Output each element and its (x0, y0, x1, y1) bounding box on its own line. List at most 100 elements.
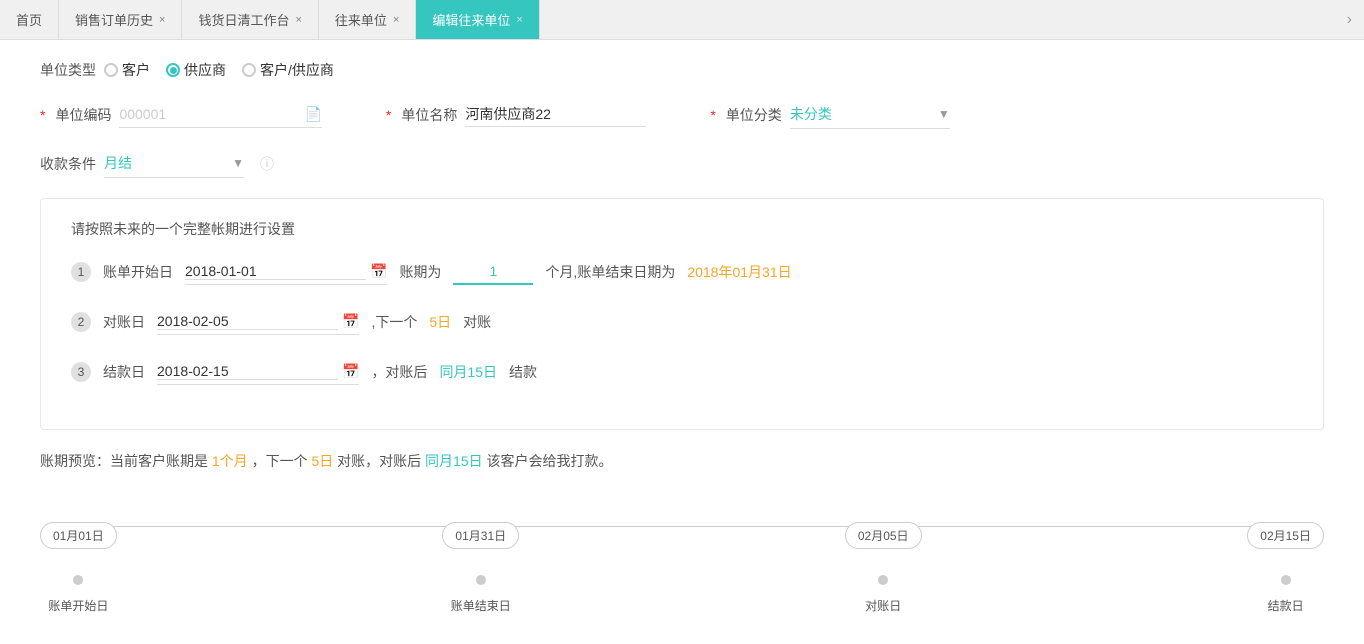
timeline-node-4: 02月15日 结款日 (1247, 522, 1324, 614)
timeline: 01月01日 账单开始日 01月31日 账单结束日 02月05日 对账日 02月… (40, 502, 1324, 624)
unit-code-input-wrapper: 📄 (119, 102, 321, 128)
payment-terms-label: 收款条件 (40, 154, 96, 174)
unit-category-select[interactable]: 未分类 ▼ (790, 100, 950, 129)
reconcile-date-input: 📅 (157, 309, 359, 335)
tab-edit-partner[interactable]: 编辑往来单位 × (416, 0, 539, 39)
preview-suffix: 该客户会给我打款。 (487, 453, 613, 469)
tabs-expander[interactable]: › (1335, 0, 1364, 39)
start-date-field[interactable] (185, 263, 366, 280)
start-date-calendar[interactable]: 📅 (370, 263, 387, 280)
timeline-label-4: 结款日 (1268, 597, 1304, 614)
tab-edit-partner-label: 编辑往来单位 (432, 10, 510, 29)
unit-name-star: * (386, 107, 391, 123)
tab-partner-label: 往来单位 (335, 10, 387, 29)
reconcile-pre: ,下一个 (371, 312, 417, 332)
payment-pre: ，对账后 (371, 362, 427, 382)
setting-box: 请按照未来的一个完整帐期进行设置 1 账单开始日 📅 账期为 个月,账单结束日期… (40, 198, 1324, 430)
tab-edit-partner-close[interactable]: × (516, 14, 522, 26)
start-date-input: 📅 (185, 259, 387, 285)
unit-code-star: * (40, 107, 45, 123)
timeline-label-2: 账单结束日 (451, 597, 511, 614)
tab-sales-history[interactable]: 销售订单历史 × (59, 0, 182, 39)
preview-same15: 同月15日 (425, 453, 483, 469)
payment-day: 同月15日 (439, 362, 497, 382)
setting-row-1: 1 账单开始日 📅 账期为 个月,账单结束日期为 2018年01月31日 (71, 259, 1293, 285)
unit-code-icon[interactable]: 📄 (304, 106, 321, 123)
timeline-dot-3 (878, 575, 888, 585)
timeline-dot-4 (1281, 575, 1291, 585)
tab-cash-desk-close[interactable]: × (295, 14, 301, 26)
timeline-label-3: 对账日 (865, 597, 901, 614)
radio-both-circle (242, 63, 256, 77)
unit-name-field: * 单位名称 (386, 102, 646, 127)
period-label: 账期为 (399, 262, 441, 282)
tab-sales-history-close[interactable]: × (159, 14, 165, 26)
row-num-1: 1 (71, 262, 91, 282)
unit-code-label: 单位编码 (55, 105, 111, 125)
unit-info-row: * 单位编码 📄 * 单位名称 * 单位分类 未分类 ▼ (40, 100, 1324, 129)
unit-category-star: * (710, 107, 715, 123)
payment-date-calendar[interactable]: 📅 (342, 363, 359, 380)
preview-prefix: 账期预览：当前客户账期是 (40, 453, 208, 469)
timeline-node-1: 01月01日 账单开始日 (40, 522, 117, 614)
tab-partner-close[interactable]: × (393, 14, 399, 26)
row-num-2: 2 (71, 312, 91, 332)
unit-category-value: 未分类 (790, 104, 934, 124)
timeline-pill-3: 02月05日 (845, 522, 922, 549)
radio-customer[interactable]: 客户 (104, 60, 150, 80)
payment-date-field[interactable] (157, 363, 338, 380)
payment-terms-select[interactable]: 月结 ▼ (104, 149, 244, 178)
radio-group: 客户 供应商 客户/供应商 (104, 60, 334, 80)
tabs-bar: 首页 销售订单历史 × 钱货日清工作台 × 往来单位 × 编辑往来单位 × › (0, 0, 1364, 40)
radio-supplier-circle (166, 63, 180, 77)
setting-box-title: 请按照未来的一个完整帐期进行设置 (71, 219, 1293, 239)
unit-type-label: 单位类型 (40, 60, 96, 80)
period-input[interactable] (453, 259, 533, 285)
reconcile-date-field[interactable] (157, 313, 338, 330)
reconcile-date-calendar[interactable]: 📅 (342, 313, 359, 330)
timeline-pill-2: 01月31日 (442, 522, 519, 549)
reconcile-day: 5日 (429, 312, 451, 332)
preview-day5: 5日 (311, 453, 333, 469)
tab-cash-desk-label: 钱货日清工作台 (198, 10, 289, 29)
unit-name-label: 单位名称 (401, 105, 457, 125)
radio-customer-label: 客户 (122, 60, 150, 80)
setting-row-3: 3 结款日 📅 ，对账后 同月15日 结款 (71, 359, 1293, 385)
tab-home[interactable]: 首页 (0, 0, 59, 39)
timeline-node-3: 02月05日 对账日 (845, 522, 922, 614)
unit-code-field: * 单位编码 📄 (40, 102, 322, 128)
timeline-label-1: 账单开始日 (48, 597, 108, 614)
unit-category-arrow: ▼ (938, 107, 950, 121)
timeline-dot-1 (73, 575, 83, 585)
payment-terms-help[interactable]: ⓘ (260, 154, 274, 174)
period-unit-label: 个月,账单结束日期为 (545, 262, 675, 282)
tab-partner[interactable]: 往来单位 × (319, 0, 416, 39)
radio-customer-circle (104, 63, 118, 77)
unit-category-label: 单位分类 (726, 105, 782, 125)
unit-name-input[interactable] (465, 102, 646, 127)
unit-category-field: * 单位分类 未分类 ▼ (710, 100, 949, 129)
unit-code-input[interactable] (119, 106, 300, 122)
row-label-2: 对账日 (103, 312, 145, 332)
payment-row: 收款条件 月结 ▼ ⓘ (40, 149, 1324, 178)
preview-mid1: ，下一个 (252, 453, 308, 469)
tab-cash-desk[interactable]: 钱货日清工作台 × (182, 0, 318, 39)
radio-supplier-label: 供应商 (184, 60, 226, 80)
timeline-pill-4: 02月15日 (1247, 522, 1324, 549)
row-label-3: 结款日 (103, 362, 145, 382)
setting-row-2: 2 对账日 📅 ,下一个 5日 对账 (71, 309, 1293, 335)
end-date-display: 2018年01月31日 (687, 262, 791, 282)
unit-type-row: 单位类型 客户 供应商 客户/供应商 (40, 60, 1324, 80)
reconcile-post: 对账 (463, 312, 491, 332)
radio-both-label: 客户/供应商 (260, 60, 334, 80)
preview-mid2: 对账，对账后 (337, 453, 421, 469)
radio-both[interactable]: 客户/供应商 (242, 60, 334, 80)
preview-month: 1个月 (212, 453, 248, 469)
payment-date-input: 📅 (157, 359, 359, 385)
timeline-dots: 01月01日 账单开始日 01月31日 账单结束日 02月05日 对账日 02月… (40, 522, 1324, 614)
payment-terms-arrow: ▼ (232, 156, 244, 170)
timeline-node-2: 01月31日 账单结束日 (442, 522, 519, 614)
radio-supplier[interactable]: 供应商 (166, 60, 226, 80)
preview-text: 账期预览：当前客户账期是 1个月 ，下一个 5日 对账，对账后 同月15日 该客… (40, 450, 1324, 472)
payment-terms-value: 月结 (104, 153, 228, 173)
